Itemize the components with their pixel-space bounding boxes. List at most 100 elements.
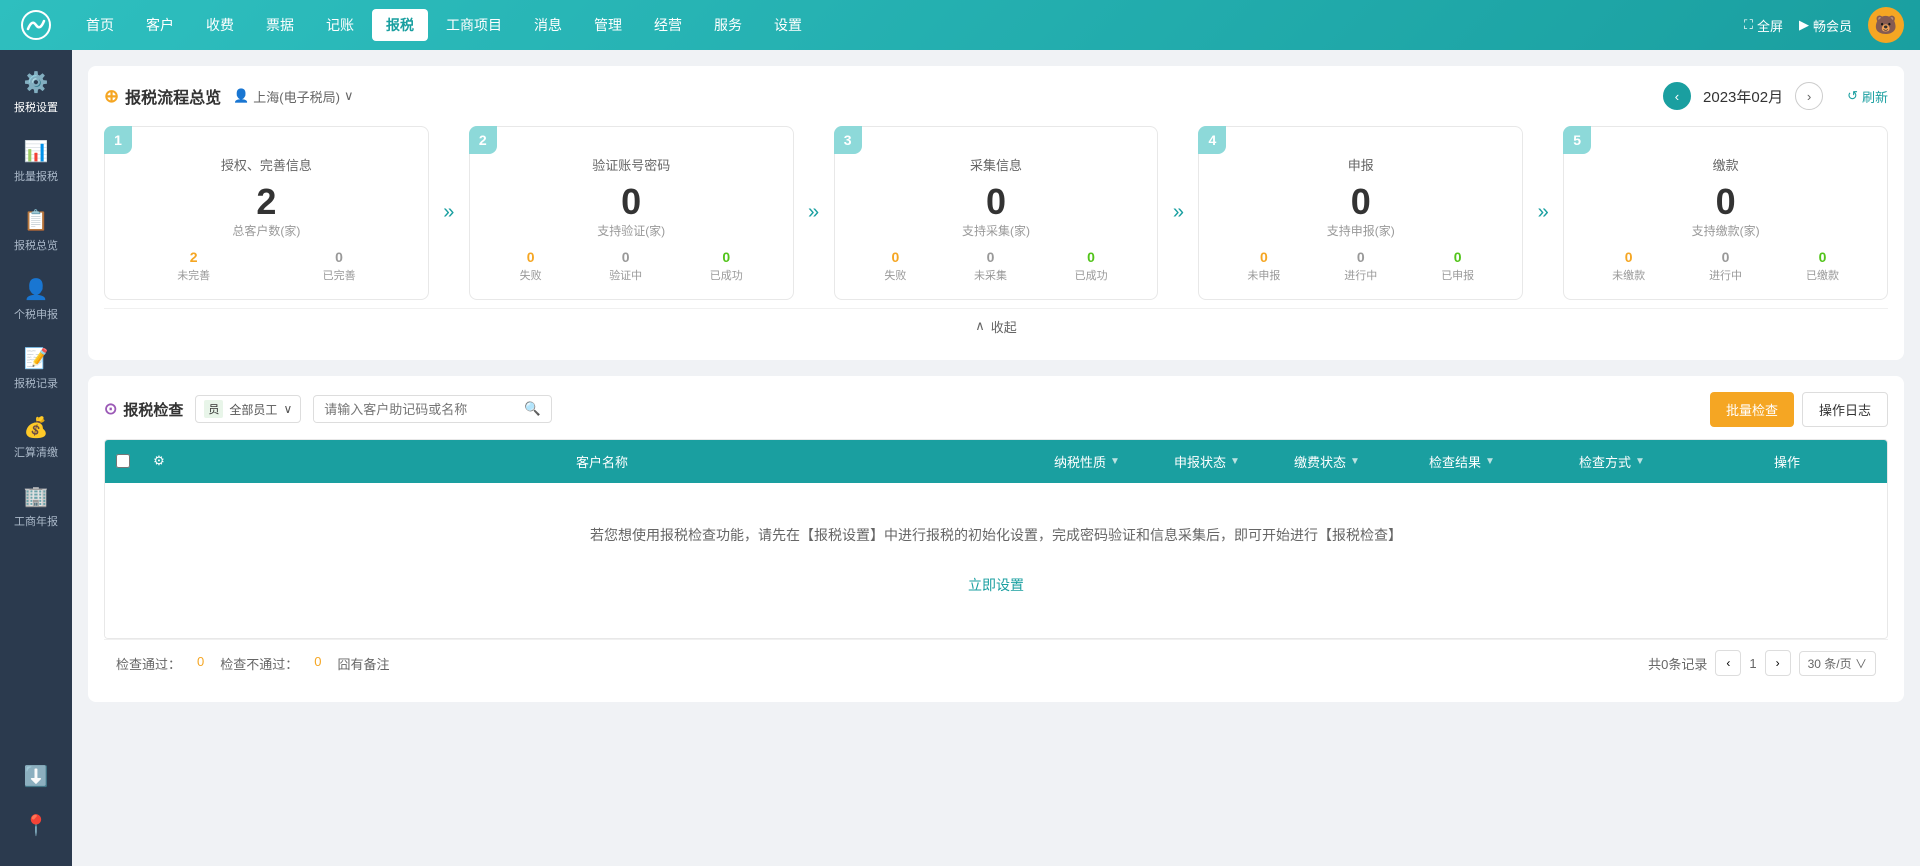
sidebar-item-download[interactable]: ⬇️: [20, 752, 53, 801]
nav-message[interactable]: 消息: [520, 9, 576, 41]
sidebar-item-location[interactable]: 📍: [20, 801, 53, 850]
step-5-count: 0: [1580, 182, 1871, 222]
table-header: ⚙ 客户名称 纳税性质 ▼ 申报状态 ▼ 缴费状态 ▼: [105, 440, 1887, 483]
step-2-subtitle: 支持验证(家): [486, 222, 777, 239]
search-button[interactable]: 🔍: [514, 396, 551, 422]
operation-log-btn[interactable]: 操作日志: [1802, 392, 1888, 427]
step-1-count: 2: [121, 182, 412, 222]
nav-manage[interactable]: 管理: [580, 9, 636, 41]
step-number-4: 4: [1198, 126, 1226, 154]
overview-title: ⊕ 报税流程总览: [104, 84, 221, 108]
step-4-stat-2[interactable]: 0 已申报: [1441, 249, 1474, 283]
step-1-stat-0[interactable]: 2 未完善: [177, 249, 210, 283]
step-1-title: 授权、完善信息: [121, 143, 412, 174]
fullscreen-icon: ⛶: [1744, 17, 1753, 33]
fullscreen-btn[interactable]: ⛶ 全屏: [1744, 16, 1783, 35]
step-5-stat-2[interactable]: 0 已缴款: [1806, 249, 1839, 283]
step-2-stat-2-num: 0: [722, 249, 730, 265]
sidebar-label-tax-overview: 报税总览: [14, 237, 58, 253]
th-checkbox[interactable]: [105, 440, 141, 483]
user-avatar[interactable]: 🐻: [1868, 7, 1904, 43]
arrow-4: »: [1523, 126, 1563, 300]
step-4-stat-1[interactable]: 0 进行中: [1344, 249, 1377, 283]
step-5-stat-0[interactable]: 0 未缴款: [1612, 249, 1645, 283]
step-2-count: 0: [486, 182, 777, 222]
location-badge[interactable]: 👤 上海(电子税局) ∨: [233, 87, 353, 106]
sidebar-item-tax-overview[interactable]: 📋 报税总览: [0, 196, 72, 265]
prev-page-btn[interactable]: ‹: [1715, 650, 1741, 676]
search-box: 🔍: [313, 395, 552, 423]
step-4-stat-0[interactable]: 0 未申报: [1247, 249, 1280, 283]
search-input[interactable]: [314, 397, 514, 422]
step-2-stat-1-num: 0: [622, 249, 630, 265]
nav-operation[interactable]: 经营: [640, 9, 696, 41]
nav-accounting[interactable]: 记账: [312, 9, 368, 41]
step-2-stat-2[interactable]: 0 已成功: [710, 249, 743, 283]
filter-chevron-icon: ∨: [283, 402, 292, 416]
next-month-btn[interactable]: ›: [1795, 82, 1823, 110]
nav-home[interactable]: 首页: [72, 9, 128, 41]
sidebar-item-tax-record[interactable]: 📝 报税记录: [0, 334, 72, 403]
nav-customer[interactable]: 客户: [132, 9, 188, 41]
th-declare-status: 申报状态 ▼: [1147, 440, 1267, 483]
step-4-title: 申报: [1215, 143, 1506, 174]
select-all-checkbox[interactable]: [116, 454, 130, 468]
location-person-icon: 👤: [233, 88, 249, 104]
membership-btn[interactable]: ▶ 畅会员: [1799, 16, 1852, 35]
step-3-stat-2[interactable]: 0 已成功: [1075, 249, 1108, 283]
step-4-count: 0: [1215, 182, 1506, 222]
sort-icon-4[interactable]: ▼: [1485, 456, 1495, 467]
step-3-title: 采集信息: [851, 143, 1142, 174]
footer-stats: 检查通过： 0 检查不通过： 0 囧有备注: [116, 654, 390, 673]
empty-message: 若您想使用报税检查功能，请先在【报税设置】中进行报税的初始化设置，完成密码验证和…: [105, 483, 1887, 639]
step-5-stats: 0 未缴款 0 进行中 0 已缴款: [1580, 249, 1871, 283]
sidebar-item-tax-settings[interactable]: ⚙️ 报税设置: [0, 58, 72, 127]
step-1: 1 授权、完善信息 2 总客户数(家) 2 未完善 0 已完善: [104, 126, 429, 300]
next-page-btn[interactable]: ›: [1765, 650, 1791, 676]
arrow-3: »: [1158, 126, 1198, 300]
step-3: 3 采集信息 0 支持采集(家) 0 失败 0 未采集: [834, 126, 1159, 300]
step-4-stats: 0 未申报 0 进行中 0 已申报: [1215, 249, 1506, 283]
nav-settings[interactable]: 设置: [760, 9, 816, 41]
step-3-stat-0[interactable]: 0 失败: [884, 249, 906, 283]
header-actions: 批量检查 操作日志: [1710, 392, 1888, 427]
setup-link[interactable]: 立即设置: [968, 577, 1024, 593]
refresh-btn[interactable]: ↺ 刷新: [1847, 87, 1888, 106]
collapse-bar[interactable]: ∧ 收起: [104, 308, 1888, 344]
sort-icon-2[interactable]: ▼: [1230, 456, 1240, 467]
sidebar: ⚙️ 报税设置 📊 批量报税 📋 报税总览 👤 个税申报 📝 报税记录 💰 汇算…: [0, 50, 72, 866]
sidebar-item-annual-report[interactable]: 🏢 工商年报: [0, 472, 72, 541]
step-5-stat-1[interactable]: 0 进行中: [1709, 249, 1742, 283]
nav-tax[interactable]: 报税: [372, 9, 428, 41]
step-3-subtitle: 支持采集(家): [851, 222, 1142, 239]
batch-check-btn[interactable]: 批量检查: [1710, 392, 1794, 427]
step-2-stat-1[interactable]: 0 验证中: [609, 249, 642, 283]
th-settings[interactable]: ⚙: [141, 440, 177, 483]
step-2-stats: 0 失败 0 验证中 0 已成功: [486, 249, 777, 283]
sort-icon-5[interactable]: ▼: [1635, 456, 1645, 467]
fail-value[interactable]: 0: [314, 654, 321, 673]
table-body: 若您想使用报税检查功能，请先在【报税设置】中进行报税的初始化设置，完成密码验证和…: [105, 483, 1887, 639]
th-customer-name: 客户名称: [177, 440, 1027, 483]
overview-header: ⊕ 报税流程总览 👤 上海(电子税局) ∨ ‹ 2023年02月 › ↺ 刷新: [104, 82, 1888, 110]
sidebar-item-batch-tax[interactable]: 📊 批量报税: [0, 127, 72, 196]
sort-icon-1[interactable]: ▼: [1110, 456, 1120, 467]
sidebar-item-settlement[interactable]: 💰 汇算清缴: [0, 403, 72, 472]
pass-value[interactable]: 0: [197, 654, 204, 673]
arrow-2: »: [794, 126, 834, 300]
step-4: 4 申报 0 支持申报(家) 0 未申报 0 进行中: [1198, 126, 1523, 300]
step-2-stat-0[interactable]: 0 失败: [520, 249, 542, 283]
employee-filter[interactable]: 员 全部员工 ∨: [195, 395, 301, 423]
nav-invoice[interactable]: 票据: [252, 9, 308, 41]
step-5: 5 缴款 0 支持缴款(家) 0 未缴款 0 进行中: [1563, 126, 1888, 300]
sidebar-item-personal-tax[interactable]: 👤 个税申报: [0, 265, 72, 334]
nav-business[interactable]: 工商项目: [432, 9, 516, 41]
step-3-stat-1[interactable]: 0 未采集: [974, 249, 1007, 283]
nav-fee[interactable]: 收费: [192, 9, 248, 41]
nav-service[interactable]: 服务: [700, 9, 756, 41]
step-1-stat-1[interactable]: 0 已完善: [323, 249, 356, 283]
sort-icon-3[interactable]: ▼: [1350, 456, 1360, 467]
per-page-select[interactable]: 30 条/页 ∨: [1799, 651, 1876, 676]
tax-record-icon: 📝: [24, 346, 49, 371]
prev-month-btn[interactable]: ‹: [1663, 82, 1691, 110]
